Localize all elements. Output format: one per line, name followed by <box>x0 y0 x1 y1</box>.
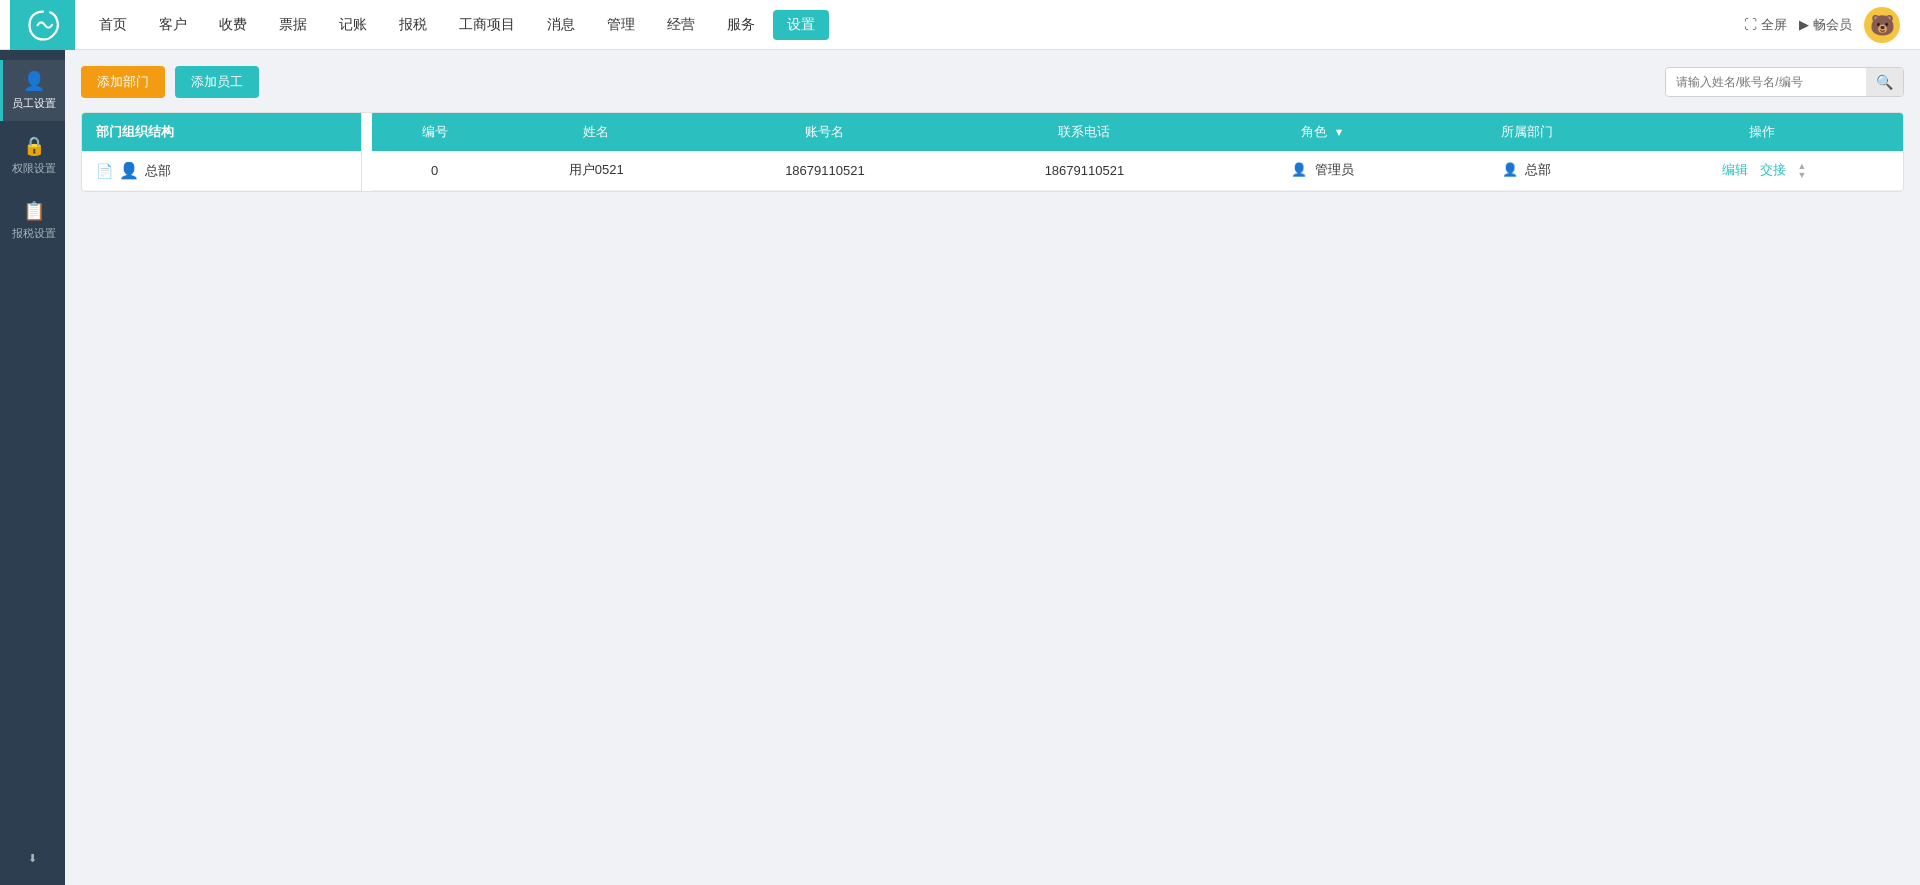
nav-message[interactable]: 消息 <box>533 10 589 40</box>
transfer-link[interactable]: 交接 <box>1760 162 1786 177</box>
avatar[interactable]: 🐻 <box>1864 7 1900 43</box>
role-value: 管理员 <box>1315 162 1354 177</box>
download-icon: ⬇ <box>28 852 37 865</box>
role-label: 角色 <box>1301 124 1327 139</box>
nav-customer[interactable]: 客户 <box>145 10 201 40</box>
edit-link[interactable]: 编辑 <box>1722 162 1748 177</box>
col-dept: 所属部门 <box>1431 113 1622 151</box>
person-icon: 👤 <box>23 70 45 92</box>
search-button[interactable]: 🔍 <box>1866 68 1903 96</box>
role-user-icon: 👤 <box>1291 162 1307 177</box>
dept-name: 总部 <box>145 162 171 180</box>
nav-home[interactable]: 首页 <box>85 10 141 40</box>
nav-fees[interactable]: 收费 <box>205 10 261 40</box>
tax-icon: 📋 <box>23 200 45 222</box>
cell-actions: 编辑 交接 ▲ ▼ <box>1622 151 1903 190</box>
nav-accounting[interactable]: 记账 <box>325 10 381 40</box>
main-nav: 首页 客户 收费 票据 记账 报税 工商项目 消息 管理 经营 服务 设置 <box>75 10 1744 40</box>
nav-right: ⛶ 全屏 ▶ 畅会员 🐻 <box>1744 7 1910 43</box>
nav-operation[interactable]: 经营 <box>653 10 709 40</box>
cell-id: 0 <box>372 151 497 190</box>
sidebar-bottom-download[interactable]: ⬇ <box>0 842 65 875</box>
nav-bills[interactable]: 票据 <box>265 10 321 40</box>
cell-dept: 👤 总部 <box>1431 151 1622 190</box>
sidebar-label-permissions: 权限设置 <box>12 161 56 176</box>
emp-table-wrap: 编号 姓名 账号名 联系电话 角色 ▼ 所属部门 操作 <box>372 113 1903 191</box>
table-body: 0 用户0521 18679110521 18679110521 👤 管理员 👤… <box>372 151 1903 190</box>
file-icon: 📄 <box>96 163 113 179</box>
nav-settings[interactable]: 设置 <box>773 10 829 40</box>
logo <box>10 0 75 50</box>
vip-icon: ▶ <box>1799 17 1809 32</box>
col-id: 编号 <box>372 113 497 151</box>
sidebar-item-permissions[interactable]: 🔒 权限设置 <box>0 125 65 186</box>
table-header-row: 编号 姓名 账号名 联系电话 角色 ▼ 所属部门 操作 <box>372 113 1903 151</box>
cell-name: 用户0521 <box>497 151 695 190</box>
fullscreen-label: 全屏 <box>1761 16 1787 34</box>
dept-user-icon: 👤 <box>1502 162 1518 177</box>
col-role: 角色 ▼ <box>1214 113 1431 151</box>
nav-tax[interactable]: 报税 <box>385 10 441 40</box>
col-account: 账号名 <box>695 113 955 151</box>
cell-phone: 18679110521 <box>955 151 1215 190</box>
fullscreen-btn[interactable]: ⛶ 全屏 <box>1744 16 1787 34</box>
layout: 👤 员工设置 🔒 权限设置 📋 报税设置 ⬇ 添加部门 添加员工 🔍 <box>0 50 1920 885</box>
sidebar-item-employee[interactable]: 👤 员工设置 <box>0 60 65 121</box>
dept-value: 总部 <box>1525 162 1551 177</box>
dept-tree-item-general[interactable]: 📄 👤 总部 <box>82 151 361 191</box>
lock-icon: 🔒 <box>23 135 45 157</box>
nav-service[interactable]: 服务 <box>713 10 769 40</box>
user-icon: 👤 <box>119 161 139 180</box>
top-nav: 首页 客户 收费 票据 记账 报税 工商项目 消息 管理 经营 服务 设置 ⛶ … <box>0 0 1920 50</box>
search-input[interactable] <box>1666 69 1866 95</box>
col-name: 姓名 <box>497 113 695 151</box>
content-panel: 部门组织结构 📄 👤 总部 编号 姓名 账号名 联系电话 <box>81 112 1904 192</box>
action-bar: 添加部门 添加员工 🔍 <box>81 66 1904 98</box>
add-dept-button[interactable]: 添加部门 <box>81 66 165 98</box>
fullscreen-icon: ⛶ <box>1744 17 1757 32</box>
dept-tree-header: 部门组织结构 <box>82 113 361 151</box>
sidebar-label-taxsettings: 报税设置 <box>12 226 56 241</box>
nav-manage[interactable]: 管理 <box>593 10 649 40</box>
col-phone: 联系电话 <box>955 113 1215 151</box>
cell-role: 👤 管理员 <box>1214 151 1431 190</box>
sidebar-label-employee: 员工设置 <box>12 96 56 111</box>
main-content: 添加部门 添加员工 🔍 部门组织结构 📄 👤 总部 <box>65 50 1920 885</box>
vip-label: 畅会员 <box>1813 16 1852 34</box>
row-scroll-arrows: ▲ ▼ <box>1798 162 1807 180</box>
employee-table: 编号 姓名 账号名 联系电话 角色 ▼ 所属部门 操作 <box>372 113 1903 191</box>
scroll-down-arrow[interactable]: ▼ <box>1798 171 1807 180</box>
table-row: 0 用户0521 18679110521 18679110521 👤 管理员 👤… <box>372 151 1903 190</box>
dept-tree: 部门组织结构 📄 👤 总部 <box>82 113 362 191</box>
sidebar: 👤 员工设置 🔒 权限设置 📋 报税设置 ⬇ <box>0 50 65 885</box>
col-actions: 操作 <box>1622 113 1903 151</box>
sidebar-item-taxsettings[interactable]: 📋 报税设置 <box>0 190 65 251</box>
cell-account: 18679110521 <box>695 151 955 190</box>
search-bar: 🔍 <box>1665 67 1904 97</box>
nav-business[interactable]: 工商项目 <box>445 10 529 40</box>
vip-btn[interactable]: ▶ 畅会员 <box>1799 16 1852 34</box>
add-emp-button[interactable]: 添加员工 <box>175 66 259 98</box>
filter-icon[interactable]: ▼ <box>1334 126 1345 138</box>
